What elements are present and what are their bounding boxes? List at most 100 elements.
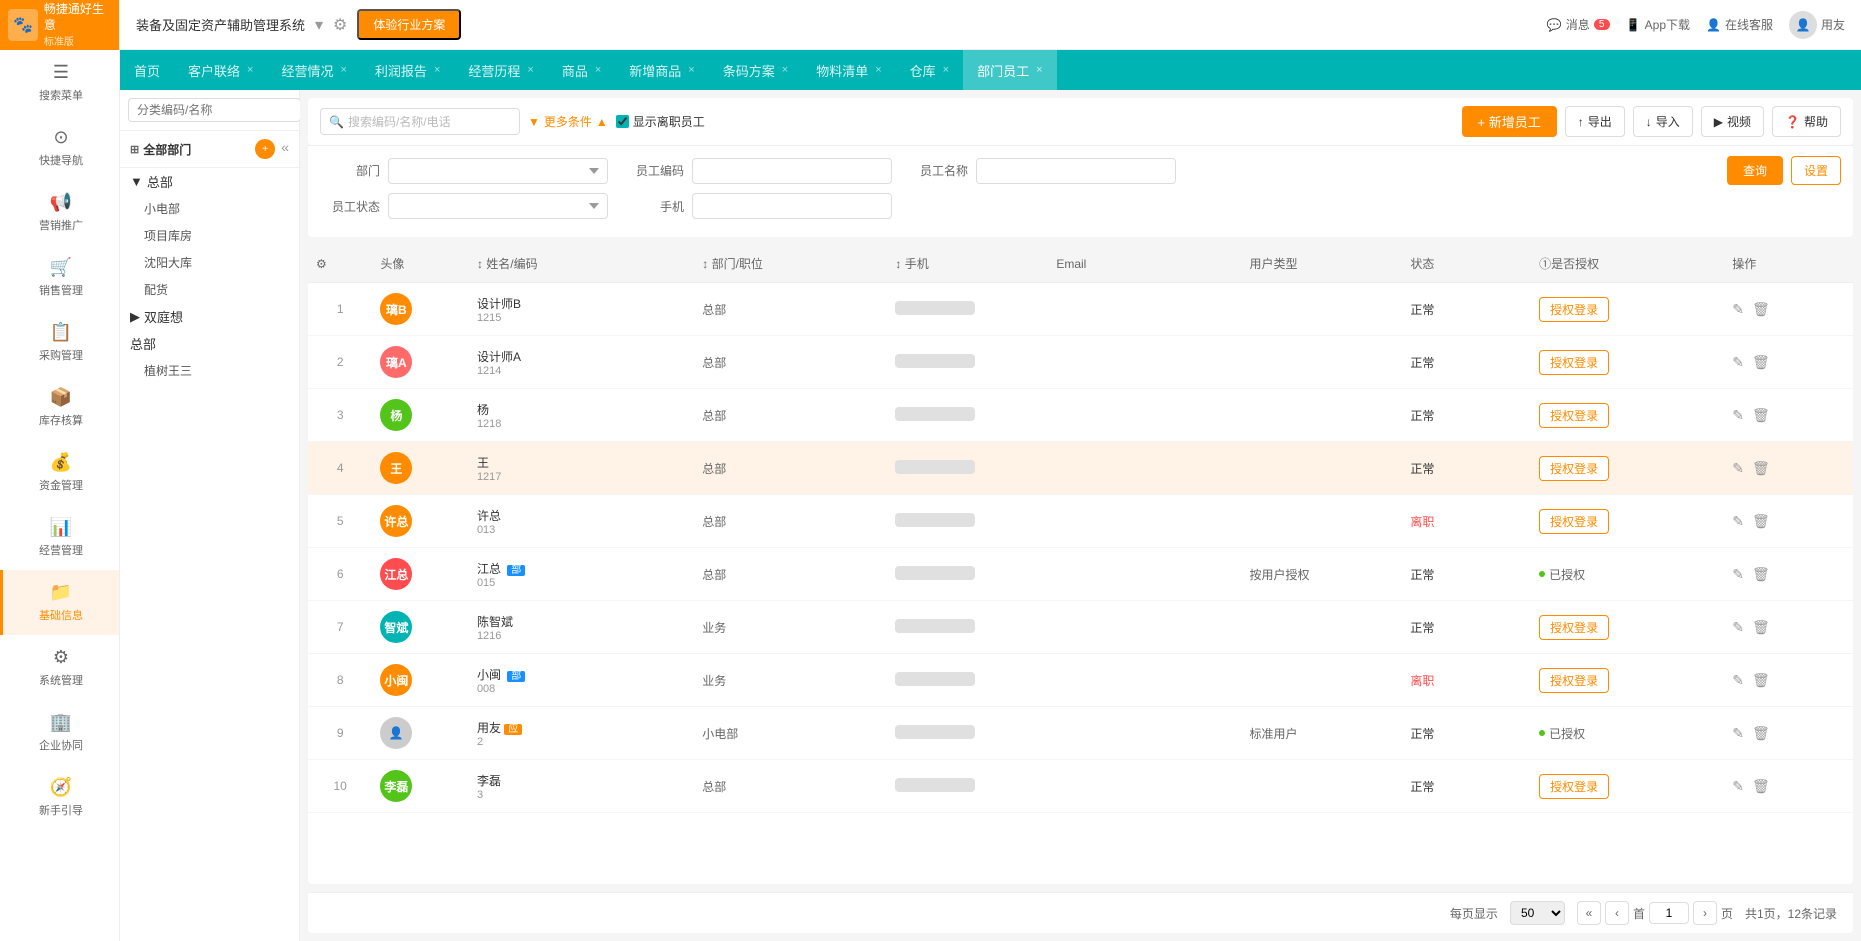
nav-tab-close-barcode[interactable]: × <box>782 64 788 76</box>
prev-page-btn[interactable]: ‹ <box>1605 901 1629 925</box>
nav-tab-profit[interactable]: 经营情况× <box>267 50 360 90</box>
auth-btn[interactable]: 授权登录 <box>1539 350 1609 375</box>
sidebar-item-sales[interactable]: 🛒销售管理 <box>0 245 119 310</box>
set-btn[interactable]: 设置 <box>1791 156 1841 185</box>
edit-btn[interactable]: ✎ <box>1732 566 1744 583</box>
dropdown-icon[interactable]: ▾ <box>315 15 323 35</box>
sidebar-item-inventory[interactable]: 📦库存核算 <box>0 375 119 440</box>
edit-btn[interactable]: ✎ <box>1732 672 1744 689</box>
sidebar-item-finance[interactable]: 💰资金管理 <box>0 440 119 505</box>
tree-group-zongbu2[interactable]: 总部 <box>120 330 299 357</box>
tree-group-total[interactable]: ▼ 总部 <box>120 168 299 195</box>
delete-btn[interactable]: 🗑 <box>1752 513 1770 530</box>
sidebar-item-search[interactable]: ☰搜索菜单 <box>0 50 119 115</box>
auth-btn[interactable]: 授权登录 <box>1539 403 1609 428</box>
help-btn[interactable]: ❓ 帮助 <box>1772 106 1841 137</box>
online-service-btn[interactable]: 👤 在线客服 <box>1706 16 1773 33</box>
edit-btn[interactable]: ✎ <box>1732 513 1744 530</box>
nav-tab-close-goods[interactable]: × <box>595 64 601 76</box>
tree-node-shenyang[interactable]: 沈阳大库 <box>120 249 299 276</box>
sidebar-item-guide[interactable]: 🧭新手引导 <box>0 765 119 830</box>
edit-btn[interactable]: ✎ <box>1732 460 1744 477</box>
edit-btn[interactable]: ✎ <box>1732 725 1744 742</box>
col-dept[interactable]: ↕ 部门/职位 <box>694 245 887 283</box>
nav-tab-barcode[interactable]: 条码方案× <box>709 50 802 90</box>
auth-btn[interactable]: 授权登录 <box>1539 615 1609 640</box>
sidebar-item-shortcut[interactable]: ⊙快捷导航 <box>0 115 119 180</box>
delete-btn[interactable]: 🗑 <box>1752 778 1770 795</box>
tree-node-xiangmu[interactable]: 项目库房 <box>120 222 299 249</box>
app-download-btn[interactable]: 📱 App下载 <box>1626 16 1690 33</box>
col-name[interactable]: ↕ 姓名/编码 <box>469 245 694 283</box>
tree-node-xiaodibu[interactable]: 小电部 <box>120 195 299 222</box>
query-btn[interactable]: 查询 <box>1727 156 1783 185</box>
delete-btn[interactable]: 🗑 <box>1752 301 1770 318</box>
nav-tab-close-profit_report[interactable]: × <box>434 64 440 76</box>
page-size-select[interactable]: 50 20 100 <box>1510 901 1565 925</box>
delete-btn[interactable]: 🗑 <box>1752 407 1770 424</box>
auth-btn[interactable]: 授权登录 <box>1539 456 1609 481</box>
delete-btn[interactable]: 🗑 <box>1752 619 1770 636</box>
filter-more-btn[interactable]: ▼ 更多条件 ▲ <box>528 113 608 130</box>
col-settings[interactable]: ⚙ <box>308 245 372 283</box>
nav-tab-close-material[interactable]: × <box>875 64 881 76</box>
delete-btn[interactable]: 🗑 <box>1752 566 1770 583</box>
tree-node-peihuo[interactable]: 配货 <box>120 276 299 303</box>
nav-tab-close-warehouse[interactable]: × <box>943 64 949 76</box>
nav-tab-close-profit[interactable]: × <box>340 64 346 76</box>
sidebar-item-marketing[interactable]: 📢营销推广 <box>0 180 119 245</box>
auth-btn[interactable]: 授权登录 <box>1539 297 1609 322</box>
user-avatar[interactable]: 👤 用友 <box>1789 11 1845 39</box>
edit-btn[interactable]: ✎ <box>1732 301 1744 318</box>
phone-input[interactable] <box>692 193 892 219</box>
message-btn[interactable]: 💬 消息 5 <box>1547 16 1610 33</box>
nav-tab-dept_staff[interactable]: 部门员工× <box>963 50 1056 90</box>
nav-tab-home[interactable]: 首页 <box>120 50 174 90</box>
nav-tab-material[interactable]: 物料清单× <box>802 50 895 90</box>
nav-tab-goods[interactable]: 商品× <box>548 50 615 90</box>
dept-select[interactable] <box>388 158 608 184</box>
nav-tab-new_goods[interactable]: 新增商品× <box>615 50 708 90</box>
delete-btn[interactable]: 🗑 <box>1752 672 1770 689</box>
tree-search-input[interactable] <box>128 98 301 122</box>
auth-btn[interactable]: 授权登录 <box>1539 668 1609 693</box>
import-btn[interactable]: ↓ 导入 <box>1633 106 1693 137</box>
delete-btn[interactable]: 🗑 <box>1752 460 1770 477</box>
sidebar-item-corp[interactable]: 🏢企业协同 <box>0 700 119 765</box>
add-staff-btn[interactable]: + 新增员工 <box>1462 106 1557 137</box>
sidebar-item-purchase[interactable]: 📋采购管理 <box>0 310 119 375</box>
emp-status-select[interactable] <box>388 193 608 219</box>
emp-code-input[interactable] <box>692 158 892 184</box>
nav-tab-close-dept_staff[interactable]: × <box>1036 64 1042 76</box>
page-input[interactable] <box>1649 902 1689 924</box>
nav-tab-biz_process[interactable]: 经营历程× <box>454 50 547 90</box>
edit-btn[interactable]: ✎ <box>1732 778 1744 795</box>
sidebar-item-operations[interactable]: 📊经营管理 <box>0 505 119 570</box>
view-btn[interactable]: ▶ 视频 <box>1701 106 1764 137</box>
emp-name-input[interactable] <box>976 158 1176 184</box>
delete-btn[interactable]: 🗑 <box>1752 725 1770 742</box>
nav-tab-warehouse[interactable]: 仓库× <box>896 50 963 90</box>
next-page-btn[interactable]: › <box>1693 901 1717 925</box>
tree-node-zhishu[interactable]: 植树王三 <box>120 357 299 384</box>
delete-btn[interactable]: 🗑 <box>1752 354 1770 371</box>
nav-tab-close-biz_process[interactable]: × <box>527 64 533 76</box>
settings-icon[interactable]: ⚙ <box>333 15 347 35</box>
auth-btn[interactable]: 授权登录 <box>1539 774 1609 799</box>
edit-btn[interactable]: ✎ <box>1732 354 1744 371</box>
tree-collapse-btn[interactable]: « <box>281 139 289 159</box>
first-page-btn[interactable]: « <box>1577 901 1601 925</box>
tree-group-shuangtingxiang[interactable]: ▶ 双庭想 <box>120 303 299 330</box>
nav-tab-close-customer[interactable]: × <box>247 64 253 76</box>
auth-btn[interactable]: 授权登录 <box>1539 509 1609 534</box>
tree-add-btn[interactable]: + <box>255 139 275 159</box>
col-phone[interactable]: ↕ 手机 <box>887 245 1048 283</box>
edit-btn[interactable]: ✎ <box>1732 407 1744 424</box>
nav-tab-customer[interactable]: 客户联络× <box>174 50 267 90</box>
sidebar-item-basic[interactable]: 📁基础信息 <box>0 570 119 635</box>
export-btn[interactable]: ↑ 导出 <box>1565 106 1625 137</box>
edit-btn[interactable]: ✎ <box>1732 619 1744 636</box>
trial-btn[interactable]: 体验行业方案 <box>357 9 461 40</box>
show-resigned-checkbox[interactable]: 显示离职员工 <box>616 113 705 130</box>
sidebar-item-system[interactable]: ⚙系统管理 <box>0 635 119 700</box>
